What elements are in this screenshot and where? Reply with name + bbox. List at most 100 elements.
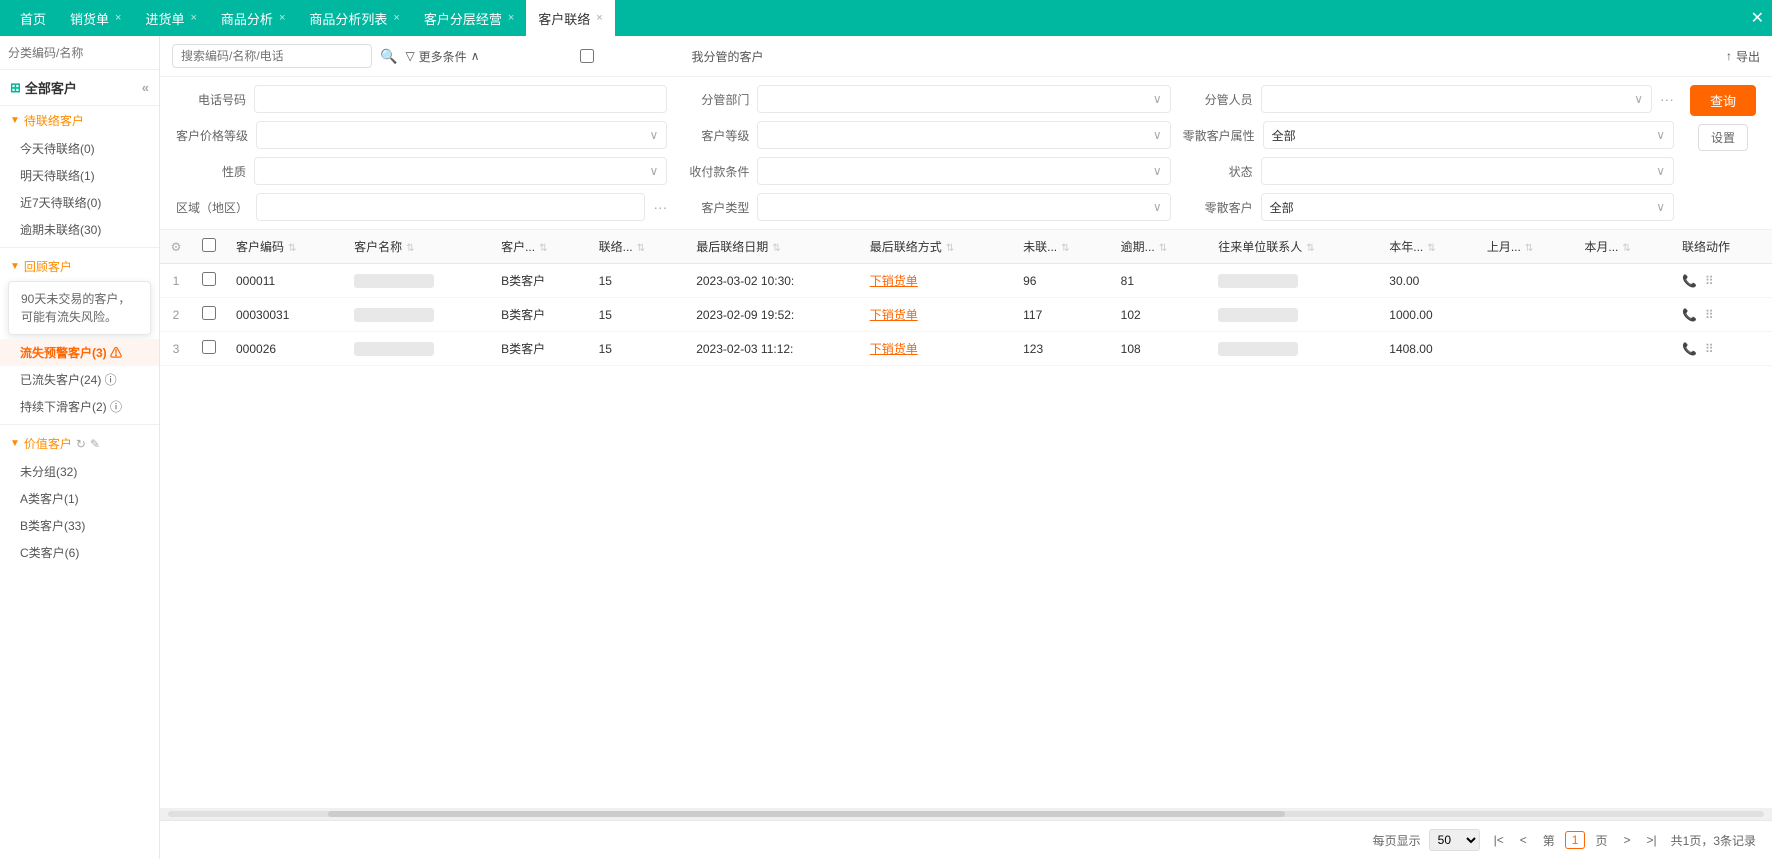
row1-last-method[interactable]: 下销货单 (860, 264, 1013, 298)
per-page-select[interactable]: 50 100 (1429, 829, 1480, 851)
row1-action-phone-icon[interactable]: 📞 (1682, 274, 1697, 288)
sidebar-item-declining[interactable]: 持续下滑客户(2) ⓘ (0, 393, 159, 420)
filter-more-button[interactable]: ▽ 更多条件 ∧ (405, 48, 479, 65)
sidebar-item-class-c[interactable]: C类客户(6) (0, 539, 159, 566)
page-next-icon[interactable]: > (1618, 831, 1637, 849)
scrollbar-thumb[interactable] (328, 811, 1286, 817)
tab-product-analysis-close[interactable]: × (279, 12, 285, 24)
table-col-last-month[interactable]: 上月...⇅ (1477, 230, 1575, 264)
sidebar-item-7days[interactable]: 近7天待联络(0) (0, 189, 159, 216)
filter-region-more-icon[interactable]: ··· (653, 199, 667, 215)
table-col-checkbox[interactable] (192, 230, 226, 264)
row3-action-more-icon[interactable]: ⠿ (1705, 342, 1714, 356)
page-last-icon[interactable]: >| (1641, 831, 1663, 849)
row2-num: 2 (160, 298, 192, 332)
tab-home[interactable]: 首页 (8, 0, 58, 36)
tab-customer-contact[interactable]: 客户联络 × (526, 0, 614, 36)
sidebar-section-pending[interactable]: ▼ 待联络客户 (0, 106, 159, 135)
row3-action-phone-icon[interactable]: 📞 (1682, 342, 1697, 356)
filter-region-select[interactable] (256, 193, 645, 221)
value-refresh-icon[interactable]: ↻ (76, 437, 86, 451)
sidebar-item-class-b[interactable]: B类客户(33) (0, 512, 159, 539)
filter-person-more-icon[interactable]: ··· (1660, 91, 1674, 107)
table-col-contact[interactable]: 联络...⇅ (589, 230, 687, 264)
table-col-settings[interactable]: ⚙ (160, 230, 192, 264)
select-all-checkbox[interactable] (202, 238, 216, 252)
row2-checkbox-cell[interactable] (192, 298, 226, 332)
sidebar-item-churned[interactable]: 已流失客户(24) ⓘ (0, 366, 159, 393)
filter-payment-select[interactable]: ∨ (757, 157, 1170, 185)
tab-product-analysis[interactable]: 商品分析 × (209, 0, 297, 36)
footer: 每页显示 50 100 |< < 第 1 页 > >| 共1页，3条记录 (160, 820, 1772, 859)
tab-customer-contact-close[interactable]: × (596, 12, 602, 24)
row2-last-method[interactable]: 下销货单 (860, 298, 1013, 332)
row2-overdue: 102 (1111, 298, 1209, 332)
row3-checkbox-cell[interactable] (192, 332, 226, 366)
settings-button[interactable]: 设置 (1698, 124, 1748, 151)
row3-last-method[interactable]: 下销货单 (860, 332, 1013, 366)
table-col-name[interactable]: 客户名称⇅ (344, 230, 491, 264)
table-col-this-month[interactable]: 本月...⇅ (1574, 230, 1672, 264)
page-first-icon[interactable]: |< (1488, 831, 1510, 849)
sidebar-section-review[interactable]: ▼ 回顾客户 (0, 252, 159, 281)
sidebar-item-ungrouped[interactable]: 未分组(32) (0, 458, 159, 485)
filter-customer-grade-select[interactable]: ∨ (757, 121, 1170, 149)
table-col-type[interactable]: 客户...⇅ (491, 230, 589, 264)
table-col-last-date[interactable]: 最后联络日期⇅ (686, 230, 860, 264)
filter-person-select[interactable]: ∨ (1261, 85, 1652, 113)
tab-product-list[interactable]: 商品分析列表 × (297, 0, 411, 36)
row1-checkbox-cell[interactable] (192, 264, 226, 298)
uncontacted-sort-icon: ⇅ (1061, 243, 1069, 254)
filter-phone-input[interactable] (254, 85, 667, 113)
filter-field-dept: 分管部门 ∨ (679, 85, 1170, 113)
sidebar-item-tomorrow[interactable]: 明天待联络(1) (0, 162, 159, 189)
table-col-overdue[interactable]: 逾期...⇅ (1111, 230, 1209, 264)
collapse-icon[interactable]: « (142, 80, 149, 95)
my-customers-checkbox[interactable] (487, 49, 687, 63)
churn-tooltip: 90天未交易的客户，可能有流失风险。 (8, 281, 151, 335)
row2-action-phone-icon[interactable]: 📞 (1682, 308, 1697, 322)
tab-sales-close[interactable]: × (115, 12, 121, 24)
sidebar-all-customers[interactable]: ⊞ 全部客户 « (0, 70, 159, 106)
table-col-uncontacted[interactable]: 未联...⇅ (1013, 230, 1111, 264)
search-input[interactable] (172, 44, 372, 68)
table-col-last-method[interactable]: 最后联络方式⇅ (860, 230, 1013, 264)
filter-status-select[interactable]: ∨ (1261, 157, 1674, 185)
sidebar-item-class-a[interactable]: A类客户(1) (0, 485, 159, 512)
sidebar-item-overdue[interactable]: 逾期未联络(30) (0, 216, 159, 243)
all-customers-label: 全部客户 (25, 78, 77, 97)
query-button[interactable]: 查询 (1690, 85, 1756, 116)
horizontal-scrollbar[interactable] (160, 808, 1772, 820)
sidebar-item-today[interactable]: 今天待联络(0) (0, 135, 159, 162)
sidebar-section-value[interactable]: ▼ 价值客户 ↻ ✎ (0, 429, 159, 458)
export-button[interactable]: ↑ 导出 (1726, 48, 1760, 65)
table-col-code[interactable]: 客户编码⇅ (226, 230, 344, 264)
sidebar-item-churn-warning[interactable]: 流失预警客户(3) ⚠ (0, 339, 159, 366)
filter-nature-select[interactable]: ∨ (254, 157, 667, 185)
tab-customer-stratify[interactable]: 客户分层经营 × (412, 0, 526, 36)
filter-dept-select[interactable]: ∨ (757, 85, 1170, 113)
row3-overdue: 108 (1111, 332, 1209, 366)
filter-price-grade-select[interactable]: ∨ (256, 121, 667, 149)
tab-sales[interactable]: 销货单 × (58, 0, 133, 36)
row1-action-more-icon[interactable]: ⠿ (1705, 274, 1714, 288)
tab-purchase-close[interactable]: × (190, 12, 196, 24)
row3-checkbox[interactable] (202, 340, 216, 354)
filter-type-select[interactable]: ∨ (757, 193, 1170, 221)
row2-checkbox[interactable] (202, 306, 216, 320)
tab-product-list-close[interactable]: × (393, 12, 399, 24)
row2-action-more-icon[interactable]: ⠿ (1705, 308, 1714, 322)
table-col-this-year[interactable]: 本年...⇅ (1379, 230, 1477, 264)
close-all-button[interactable]: ✕ (1751, 8, 1764, 28)
my-customers-checkbox-area[interactable]: 我分管的客户 (487, 48, 763, 65)
filter-retail-attr-select[interactable]: 全部 ∨ (1263, 121, 1674, 149)
search-button[interactable]: 🔍 (380, 48, 397, 65)
sidebar-search-input[interactable] (8, 46, 160, 60)
value-edit-icon[interactable]: ✎ (90, 437, 100, 451)
tab-customer-stratify-close[interactable]: × (508, 12, 514, 24)
tab-purchase[interactable]: 进货单 × (133, 0, 208, 36)
table-col-contact-person[interactable]: 往来单位联系人⇅ (1208, 230, 1379, 264)
filter-retail-select[interactable]: 全部 ∨ (1261, 193, 1674, 221)
page-prev-icon[interactable]: < (1514, 831, 1533, 849)
row1-checkbox[interactable] (202, 272, 216, 286)
